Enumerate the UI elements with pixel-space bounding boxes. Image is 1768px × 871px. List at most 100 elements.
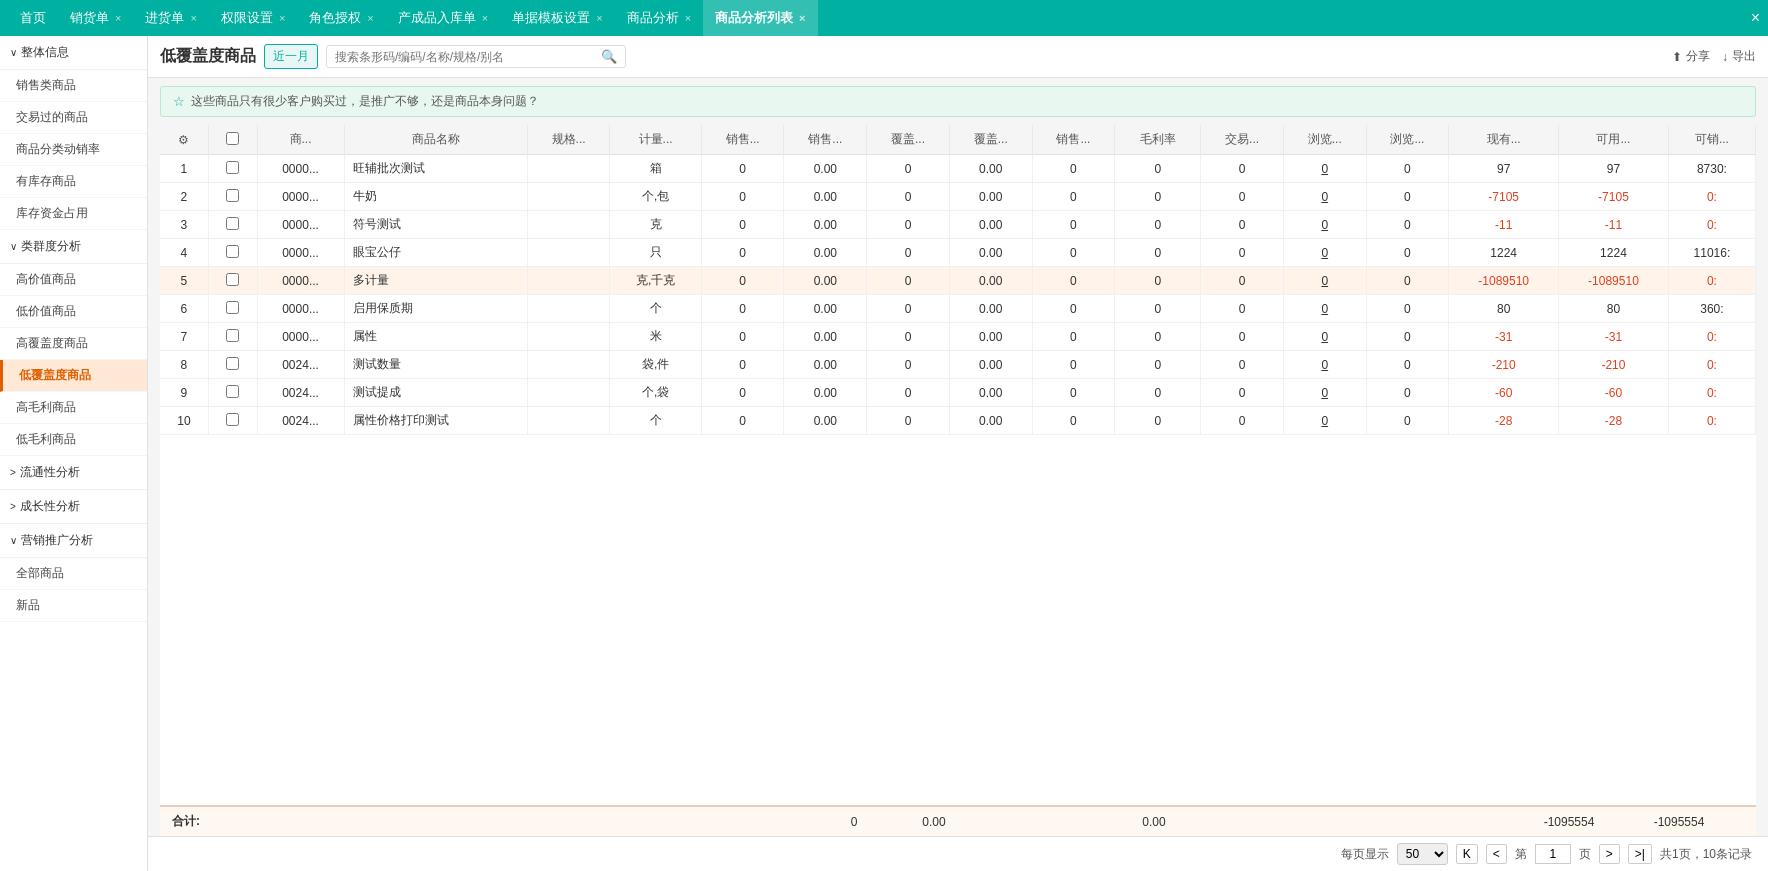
row-checkbox-input[interactable] xyxy=(226,273,239,286)
row-checkbox[interactable] xyxy=(208,239,257,267)
nav-home[interactable]: 首页 xyxy=(8,0,58,36)
page-title: 低覆盖度商品 xyxy=(160,46,256,67)
sidebar-item-low-coverage[interactable]: 低覆盖度商品 xyxy=(0,360,147,392)
row-checkbox[interactable] xyxy=(208,211,257,239)
row-cover1: 0 xyxy=(867,155,950,183)
th-checkbox[interactable] xyxy=(208,125,257,155)
sidebar-section-circulation[interactable]: > 流通性分析 xyxy=(0,456,147,490)
nav-close-icon[interactable]: × xyxy=(685,12,691,24)
sidebar-item-high-profit[interactable]: 高毛利商品 xyxy=(0,392,147,424)
row-spec xyxy=(527,211,610,239)
nav-purchase-order[interactable]: 进货单 × xyxy=(133,0,208,36)
nav-close-icon[interactable]: × xyxy=(190,12,196,24)
per-page-select[interactable]: 50 100 200 xyxy=(1397,843,1448,865)
sidebar-item-in-stock-goods[interactable]: 有库存商品 xyxy=(0,166,147,198)
row-checkbox[interactable] xyxy=(208,407,257,435)
nav-role-auth[interactable]: 角色授权 × xyxy=(297,0,385,36)
sidebar-item-high-value[interactable]: 高价值商品 xyxy=(0,264,147,296)
row-checkbox-input[interactable] xyxy=(226,161,239,174)
browse-link[interactable]: 0 xyxy=(1321,190,1328,204)
row-stock1: -31 xyxy=(1449,323,1559,351)
row-sales2: 0.00 xyxy=(784,323,867,351)
sidebar-section-group-analysis[interactable]: ∨ 类群度分析 xyxy=(0,230,147,264)
row-sales3: 0 xyxy=(1032,183,1115,211)
nav-product-warehouse[interactable]: 产成品入库单 × xyxy=(386,0,500,36)
browse-link[interactable]: 0 xyxy=(1321,358,1328,372)
browse-link[interactable]: 0 xyxy=(1321,274,1328,288)
search-icon[interactable]: 🔍 xyxy=(601,49,617,64)
row-checkbox[interactable] xyxy=(208,155,257,183)
browse-link[interactable]: 0 xyxy=(1321,330,1328,344)
row-checkbox[interactable] xyxy=(208,379,257,407)
next-page-button[interactable]: > xyxy=(1599,844,1620,864)
th-sales2: 销售... xyxy=(784,125,867,155)
row-checkbox-input[interactable] xyxy=(226,189,239,202)
page-input[interactable] xyxy=(1535,844,1571,864)
th-settings[interactable]: ⚙ xyxy=(160,125,208,155)
nav-permission-settings[interactable]: 权限设置 × xyxy=(209,0,297,36)
row-checkbox[interactable] xyxy=(208,183,257,211)
sidebar-section-growth[interactable]: > 成长性分析 xyxy=(0,490,147,524)
sidebar-section-overview[interactable]: ∨ 整体信息 xyxy=(0,36,147,70)
sidebar-item-low-profit[interactable]: 低毛利商品 xyxy=(0,424,147,456)
prev-page-button[interactable]: < xyxy=(1486,844,1507,864)
nav-close-icon[interactable]: × xyxy=(482,12,488,24)
sidebar-item-high-coverage[interactable]: 高覆盖度商品 xyxy=(0,328,147,360)
row-checkbox-input[interactable] xyxy=(226,385,239,398)
row-trade: 0 xyxy=(1201,155,1284,183)
browse-link[interactable]: 0 xyxy=(1321,246,1328,260)
row-spec xyxy=(527,239,610,267)
nav-product-analysis-list[interactable]: 商品分析列表 × xyxy=(703,0,817,36)
nav-product-analysis[interactable]: 商品分析 × xyxy=(615,0,703,36)
nav-close-icon[interactable]: × xyxy=(115,12,121,24)
browse-link[interactable]: 0 xyxy=(1321,302,1328,316)
nav-close-icon[interactable]: × xyxy=(367,12,373,24)
browse-link[interactable]: 0 xyxy=(1321,162,1328,176)
nav-close-icon[interactable]: × xyxy=(596,12,602,24)
browse-link[interactable]: 0 xyxy=(1321,218,1328,232)
nav-sales-order[interactable]: 销货单 × xyxy=(58,0,133,36)
row-checkbox-input[interactable] xyxy=(226,329,239,342)
sidebar-item-all-goods[interactable]: 全部商品 xyxy=(0,558,147,590)
nav-close-icon[interactable]: × xyxy=(799,12,805,24)
row-checkbox-input[interactable] xyxy=(226,217,239,230)
row-spec xyxy=(527,183,610,211)
browse-link[interactable]: 0 xyxy=(1321,386,1328,400)
row-checkbox[interactable] xyxy=(208,351,257,379)
export-button[interactable]: ↓ 导出 xyxy=(1722,48,1756,65)
sidebar-item-stock-capital[interactable]: 库存资金占用 xyxy=(0,198,147,230)
sidebar-item-new-goods[interactable]: 新品 xyxy=(0,590,147,622)
sidebar-section-marketing[interactable]: ∨ 营销推广分析 xyxy=(0,524,147,558)
nav-template-settings[interactable]: 单据模板设置 × xyxy=(500,0,614,36)
sidebar-item-low-value[interactable]: 低价值商品 xyxy=(0,296,147,328)
row-browse1: 0 xyxy=(1283,323,1366,351)
footer-total: 合计: 0 0.00 0.00 -1095554 -1095554 xyxy=(160,805,1756,836)
nav-close-icon[interactable]: × xyxy=(279,12,285,24)
row-cover2: 0.00 xyxy=(949,379,1032,407)
total-cover2: 0.00 xyxy=(1124,815,1184,829)
row-checkbox[interactable] xyxy=(208,323,257,351)
table-row: 9 0024... 测试提成 个,袋 0 0.00 0 0.00 0 0 0 0… xyxy=(160,379,1756,407)
export-icon: ↓ xyxy=(1722,50,1728,64)
select-all-checkbox[interactable] xyxy=(226,132,239,145)
row-checkbox[interactable] xyxy=(208,295,257,323)
row-browse2: 0 xyxy=(1366,379,1449,407)
row-checkbox-input[interactable] xyxy=(226,413,239,426)
row-stock2: 97 xyxy=(1559,155,1669,183)
last-page-button[interactable]: >| xyxy=(1628,844,1652,864)
first-page-button[interactable]: K xyxy=(1456,844,1478,864)
browse-link[interactable]: 0 xyxy=(1321,414,1328,428)
window-close-button[interactable]: × xyxy=(1751,9,1760,27)
sidebar-item-sales-goods[interactable]: 销售类商品 xyxy=(0,70,147,102)
row-no: 6 xyxy=(160,295,208,323)
row-checkbox-input[interactable] xyxy=(226,357,239,370)
sidebar-item-category-sales-rate[interactable]: 商品分类动销率 xyxy=(0,134,147,166)
row-checkbox-input[interactable] xyxy=(226,301,239,314)
search-input[interactable] xyxy=(335,50,601,64)
period-button[interactable]: 近一月 xyxy=(264,44,318,69)
share-button[interactable]: ⬆ 分享 xyxy=(1672,48,1710,65)
row-checkbox-input[interactable] xyxy=(226,245,239,258)
row-checkbox[interactable] xyxy=(208,267,257,295)
sidebar-item-traded-goods[interactable]: 交易过的商品 xyxy=(0,102,147,134)
table-row: 7 0000... 属性 米 0 0.00 0 0.00 0 0 0 0 0 -… xyxy=(160,323,1756,351)
